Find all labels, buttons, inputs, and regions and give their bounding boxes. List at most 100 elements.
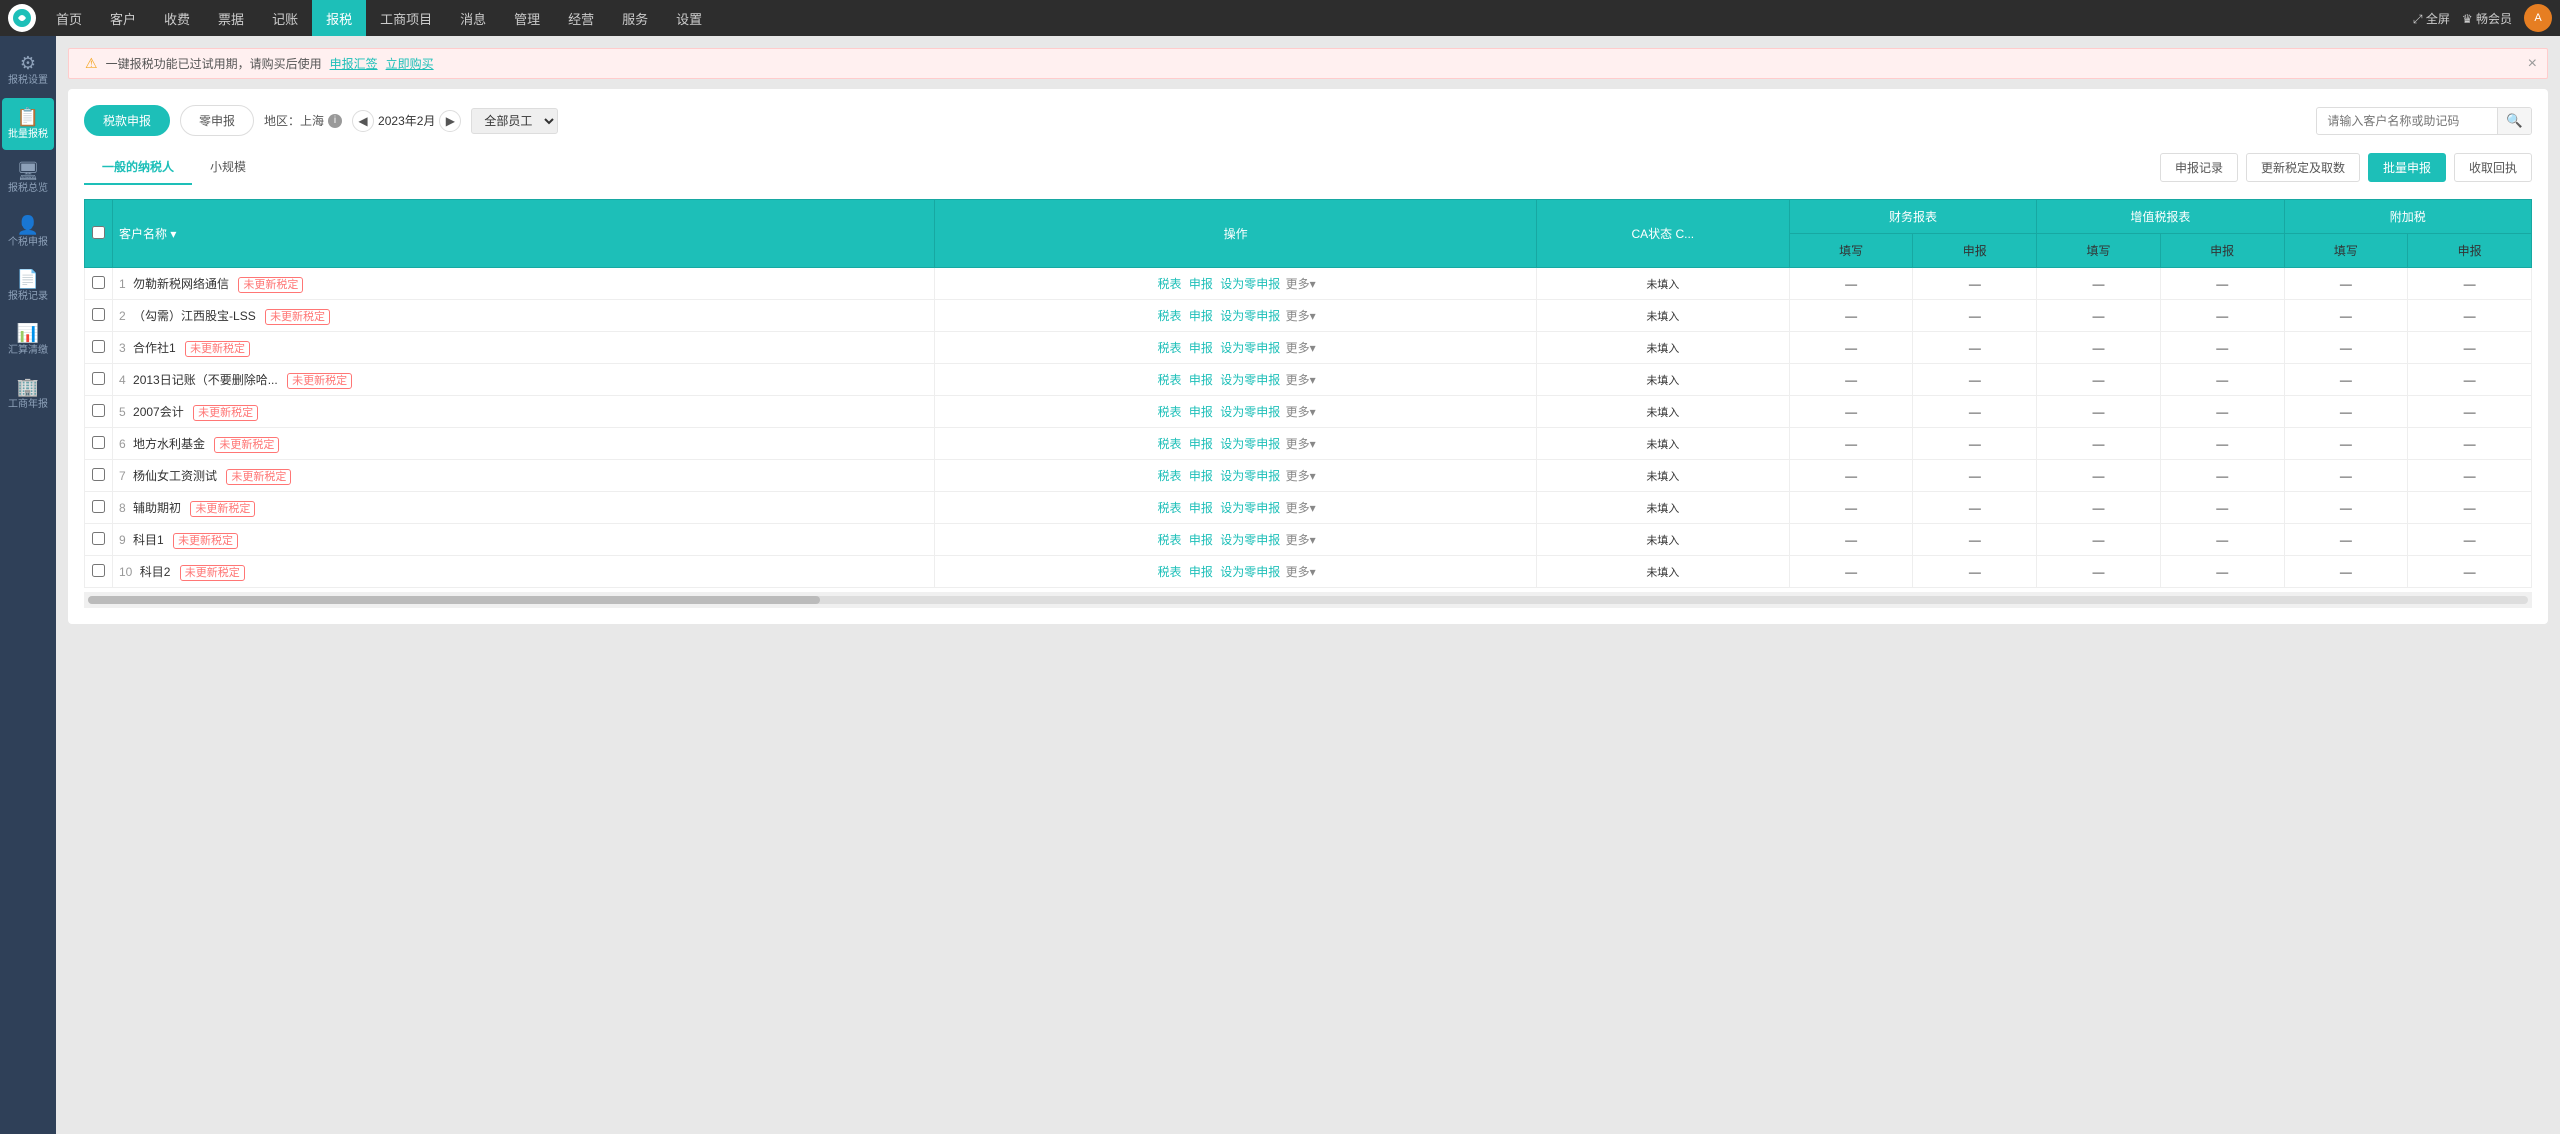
row-action-zero[interactable]: 设为零申报 [1220, 437, 1280, 451]
row-action-more[interactable]: 更多▾ [1286, 405, 1316, 419]
tab-small-scale[interactable]: 小规模 [192, 150, 264, 185]
row-action-tax[interactable]: 税表 [1158, 533, 1182, 547]
row-no: 4 [119, 373, 126, 387]
row-action-zero[interactable]: 设为零申报 [1220, 309, 1280, 323]
row-decl-fill: — [2037, 268, 2161, 300]
row-checkbox-0[interactable] [92, 276, 105, 289]
nav-settings[interactable]: 设置 [662, 0, 716, 36]
nav-home[interactable]: 首页 [42, 0, 96, 36]
row-action-more[interactable]: 更多▾ [1286, 309, 1316, 323]
row-checkbox-2[interactable] [92, 340, 105, 353]
nav-ops[interactable]: 经营 [554, 0, 608, 36]
row-vat-declare: — [2408, 268, 2532, 300]
row-action-more[interactable]: 更多▾ [1286, 565, 1316, 579]
row-action-tax[interactable]: 税表 [1158, 469, 1182, 483]
row-action-declare[interactable]: 申报 [1189, 469, 1213, 483]
date-prev-btn[interactable]: ◀ [352, 110, 374, 132]
date-next-btn[interactable]: ▶ [439, 110, 461, 132]
sidebar-item-tax-settings[interactable]: ⚙ 报税设置 [2, 44, 54, 96]
nav-service[interactable]: 服务 [608, 0, 662, 36]
row-action-declare[interactable]: 申报 [1189, 533, 1213, 547]
row-action-more[interactable]: 更多▾ [1286, 469, 1316, 483]
row-action-tax[interactable]: 税表 [1158, 565, 1182, 579]
row-action-declare[interactable]: 申报 [1189, 341, 1213, 355]
banner-close-btn[interactable]: × [2528, 55, 2537, 73]
row-action-declare[interactable]: 申报 [1189, 405, 1213, 419]
search-input[interactable] [2317, 109, 2497, 133]
tab-general-taxpayer[interactable]: 一般的纳税人 [84, 150, 192, 185]
row-action-more[interactable]: 更多▾ [1286, 501, 1316, 515]
location-label: 地区：上海 [264, 112, 324, 129]
row-action-zero[interactable]: 设为零申报 [1220, 533, 1280, 547]
btn-collect-receipt[interactable]: 收取回执 [2454, 153, 2532, 182]
row-action-declare[interactable]: 申报 [1189, 373, 1213, 387]
row-action-declare[interactable]: 申报 [1189, 309, 1213, 323]
tab-tax-declaration[interactable]: 税款申报 [84, 105, 170, 136]
search-btn[interactable]: 🔍 [2497, 108, 2531, 134]
nav-client[interactable]: 客户 [96, 0, 150, 36]
row-action-declare[interactable]: 申报 [1189, 501, 1213, 515]
tab-zero-declaration[interactable]: 零申报 [180, 105, 254, 136]
row-action-more[interactable]: 更多▾ [1286, 373, 1316, 387]
row-action-more[interactable]: 更多▾ [1286, 341, 1316, 355]
th-vat-fill: 填写 [2284, 234, 2408, 268]
nav-bookkeeping[interactable]: 记账 [258, 0, 312, 36]
nav-mgmt[interactable]: 管理 [500, 0, 554, 36]
row-action-declare[interactable]: 申报 [1189, 437, 1213, 451]
row-action-zero[interactable]: 设为零申报 [1220, 277, 1280, 291]
staff-dropdown[interactable]: 全部员工 [471, 108, 558, 134]
row-action-tax[interactable]: 税表 [1158, 437, 1182, 451]
row-action-zero[interactable]: 设为零申报 [1220, 469, 1280, 483]
sidebar-item-batch-tax[interactable]: 📋 批量报税 [2, 98, 54, 150]
row-action-tax[interactable]: 税表 [1158, 501, 1182, 515]
row-action-tax[interactable]: 税表 [1158, 309, 1182, 323]
scrollbar-thumb[interactable] [88, 596, 820, 604]
row-action-declare[interactable]: 申报 [1189, 277, 1213, 291]
row-action-more[interactable]: 更多▾ [1286, 437, 1316, 451]
upgrade-btn[interactable]: ♛ 畅会员 [2462, 10, 2512, 27]
row-action-zero[interactable]: 设为零申报 [1220, 373, 1280, 387]
btn-update-tax[interactable]: 更新税定及取数 [2246, 153, 2360, 182]
row-client-name: 9 科目1 未更新税定 [113, 524, 935, 556]
location-info-icon[interactable]: i [328, 114, 342, 128]
row-checkbox-1[interactable] [92, 308, 105, 321]
row-checkbox-5[interactable] [92, 436, 105, 449]
row-action-zero[interactable]: 设为零申报 [1220, 565, 1280, 579]
tax-record-icon: 📄 [17, 270, 39, 288]
banner-link1[interactable]: 申报汇签 [330, 55, 378, 72]
row-checkbox-7[interactable] [92, 500, 105, 513]
sidebar-item-tax-overview[interactable]: 🖥 报税总览 [2, 152, 54, 204]
nav-biz[interactable]: 工商项目 [366, 0, 446, 36]
annual-settlement-icon: 📊 [17, 324, 39, 342]
sort-icon[interactable]: ▾ [170, 227, 176, 241]
row-checkbox-9[interactable] [92, 564, 105, 577]
row-action-zero[interactable]: 设为零申报 [1220, 501, 1280, 515]
row-action-zero[interactable]: 设为零申报 [1220, 405, 1280, 419]
nav-invoice[interactable]: 票据 [204, 0, 258, 36]
banner-link2[interactable]: 立即购买 [386, 55, 434, 72]
row-action-more[interactable]: 更多▾ [1286, 277, 1316, 291]
sidebar-item-annual-report[interactable]: 🏢 工商年报 [2, 368, 54, 420]
fullscreen-btn[interactable]: ⤢ 全屏 [2413, 10, 2450, 27]
row-action-tax[interactable]: 税表 [1158, 277, 1182, 291]
row-action-tax[interactable]: 税表 [1158, 373, 1182, 387]
nav-msg[interactable]: 消息 [446, 0, 500, 36]
row-checkbox-6[interactable] [92, 468, 105, 481]
row-action-more[interactable]: 更多▾ [1286, 533, 1316, 547]
sidebar-item-annual-settlement[interactable]: 📊 汇算清缴 [2, 314, 54, 366]
sidebar-item-tax-record[interactable]: 📄 报税记录 [2, 260, 54, 312]
row-action-tax[interactable]: 税表 [1158, 341, 1182, 355]
btn-batch-declare[interactable]: 批量申报 [2368, 153, 2446, 182]
row-checkbox-3[interactable] [92, 372, 105, 385]
row-action-tax[interactable]: 税表 [1158, 405, 1182, 419]
th-operation: 操作 [935, 200, 1537, 268]
sidebar-item-personal-tax[interactable]: 👤 个税申报 [2, 206, 54, 258]
row-action-zero[interactable]: 设为零申报 [1220, 341, 1280, 355]
nav-fee[interactable]: 收费 [150, 0, 204, 36]
row-checkbox-4[interactable] [92, 404, 105, 417]
row-action-declare[interactable]: 申报 [1189, 565, 1213, 579]
select-all-checkbox[interactable] [92, 226, 105, 239]
row-checkbox-8[interactable] [92, 532, 105, 545]
btn-declaration-record[interactable]: 申报记录 [2160, 153, 2238, 182]
nav-tax[interactable]: 报税 [312, 0, 366, 36]
